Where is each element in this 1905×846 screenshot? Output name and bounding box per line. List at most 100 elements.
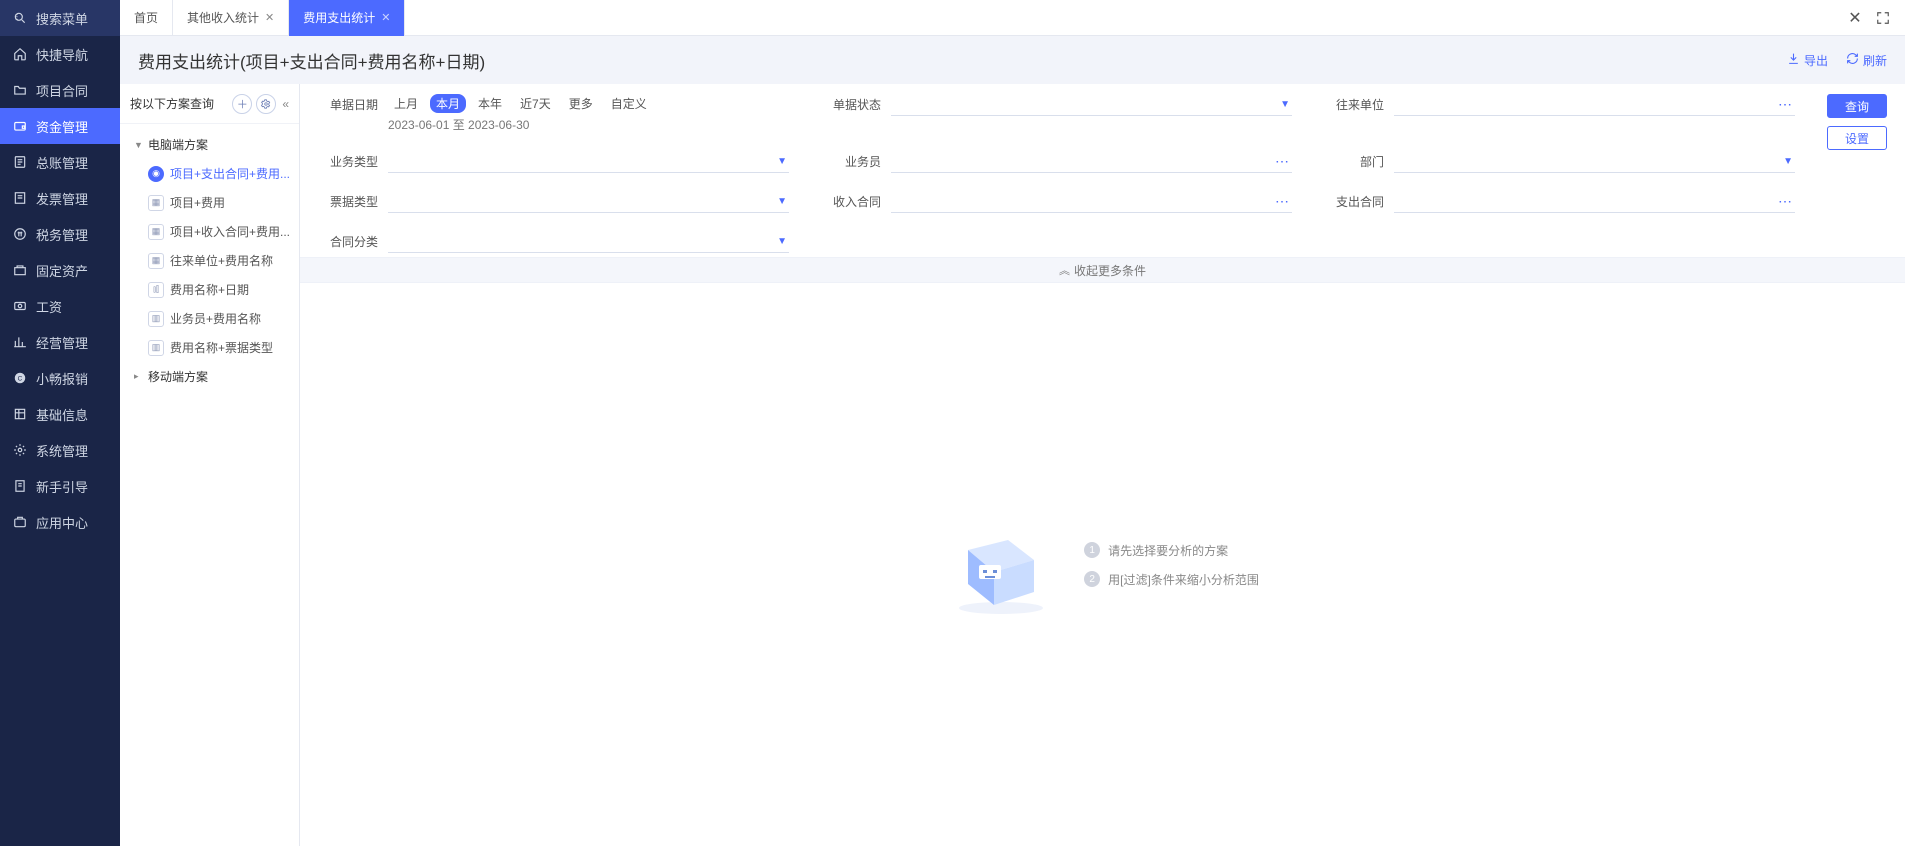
filter-biztype-label: 业务类型 xyxy=(318,151,378,170)
tab[interactable]: 首页 xyxy=(120,0,173,36)
filter-salesman-label: 业务员 xyxy=(821,151,881,170)
more-icon: ⋯ xyxy=(1778,96,1793,113)
filter-expense-contract-input[interactable]: ⋯ xyxy=(1394,191,1795,213)
close-all-tabs-button[interactable]: ✕ xyxy=(1841,4,1869,32)
search-icon xyxy=(12,10,28,26)
date-tab[interactable]: 近7天 xyxy=(514,94,557,113)
tab-label: 费用支出统计 xyxy=(303,9,375,26)
scheme-item[interactable]: ▦项目+费用 xyxy=(120,188,299,217)
tab[interactable]: 其他收入统计✕ xyxy=(173,0,289,36)
filter-income-contract-label: 收入合同 xyxy=(821,191,881,210)
sidebar-item-salary[interactable]: 工资 xyxy=(0,288,120,324)
date-tab[interactable]: 上月 xyxy=(388,94,424,113)
collapse-filters-label: 收起更多条件 xyxy=(1074,262,1146,279)
sidebar-item-wallet[interactable]: 资金管理 xyxy=(0,108,120,144)
filter-area: 单据日期 上月本月本年近7天更多自定义 2023-06-01 至 2023-06… xyxy=(300,84,1905,257)
date-range-text: 2023-06-01 至 2023-06-30 xyxy=(388,116,653,133)
scheme-item-label: 业务员+费用名称 xyxy=(170,310,261,327)
scheme-item[interactable]: ▦项目+收入合同+费用... xyxy=(120,217,299,246)
filter-biztype-input[interactable]: ▼ xyxy=(388,151,789,173)
filter-status-input[interactable]: ▼ xyxy=(891,94,1292,116)
sidebar-item-base[interactable]: 基础信息 xyxy=(0,396,120,432)
folder-icon xyxy=(12,82,28,98)
system-icon xyxy=(12,442,28,458)
expense-icon: C xyxy=(12,370,28,386)
sidebar-item-label: 经营管理 xyxy=(36,333,88,352)
filter-partner-input[interactable]: ⋯ xyxy=(1394,94,1795,116)
asset-icon xyxy=(12,262,28,278)
sidebar-item-asset[interactable]: 固定资产 xyxy=(0,252,120,288)
fullscreen-icon[interactable] xyxy=(1869,4,1897,32)
date-tab[interactable]: 本年 xyxy=(472,94,508,113)
close-icon[interactable]: ✕ xyxy=(381,11,390,24)
ledger-icon xyxy=(12,154,28,170)
collapse-filters-button[interactable]: ︽ 收起更多条件 xyxy=(300,257,1905,283)
scheme-item-label: 费用名称+日期 xyxy=(170,281,249,298)
invoice-icon xyxy=(12,190,28,206)
scheme-group[interactable]: ▸ 移动端方案 xyxy=(120,362,299,391)
date-tab[interactable]: 本月 xyxy=(430,94,466,113)
scheme-tree: ▼电脑端方案◉项目+支出合同+费用...▦项目+费用▦项目+收入合同+费用...… xyxy=(120,124,299,397)
sidebar-item-apps[interactable]: 应用中心 xyxy=(0,504,120,540)
scheme-item-icon: ▦ xyxy=(148,253,164,269)
scheme-item[interactable]: ▥费用名称+票据类型 xyxy=(120,333,299,362)
scheme-item[interactable]: ◉项目+支出合同+费用... xyxy=(120,159,299,188)
caret-icon: ▸ xyxy=(134,371,144,382)
refresh-label: 刷新 xyxy=(1863,52,1887,69)
sidebar-item-search[interactable]: 搜索菜单 xyxy=(0,0,120,36)
scheme-item[interactable]: ▥业务员+费用名称 xyxy=(120,304,299,333)
filter-biztype: 业务类型 ▼ xyxy=(318,151,789,173)
export-button[interactable]: 导出 xyxy=(1787,52,1828,69)
filter-tickettype-input[interactable]: ▼ xyxy=(388,191,789,213)
scheme-item[interactable]: ▦往来单位+费用名称 xyxy=(120,246,299,275)
sidebar-item-expense[interactable]: C小畅报销 xyxy=(0,360,120,396)
sidebar-item-label: 系统管理 xyxy=(36,441,88,460)
scheme-settings-button[interactable] xyxy=(256,94,276,114)
sidebar-item-label: 快捷导航 xyxy=(36,45,88,64)
query-button[interactable]: 查询 xyxy=(1827,94,1887,118)
biz-icon xyxy=(12,334,28,350)
filter-contract-class-input[interactable]: ▼ xyxy=(388,231,789,253)
page-header: 费用支出统计(项目+支出合同+费用名称+日期) 导出 刷新 xyxy=(120,36,1905,84)
filter-salesman-input[interactable]: ⋯ xyxy=(891,151,1292,173)
empty-step-2: 2 用[过滤]条件来缩小分析范围 xyxy=(1084,571,1259,588)
sidebar-item-label: 固定资产 xyxy=(36,261,88,280)
collapse-scheme-panel-button[interactable]: « xyxy=(282,97,289,111)
sidebar-item-guide[interactable]: 新手引导 xyxy=(0,468,120,504)
filter-income-contract-input[interactable]: ⋯ xyxy=(891,191,1292,213)
add-scheme-button[interactable]: ＋ xyxy=(232,94,252,114)
filter-partner: 往来单位 ⋯ xyxy=(1324,94,1795,116)
filter-status-label: 单据状态 xyxy=(821,94,881,113)
filter-expense-contract: 支出合同 ⋯ xyxy=(1324,191,1795,213)
scheme-group-label: 移动端方案 xyxy=(148,368,208,385)
sidebar-item-invoice[interactable]: 发票管理 xyxy=(0,180,120,216)
filter-dept-input[interactable]: ▼ xyxy=(1394,151,1795,173)
scheme-item[interactable]: ⫾⫿费用名称+日期 xyxy=(120,275,299,304)
tab-bar: 首页其他收入统计✕ 费用支出统计 ✕ ✕ xyxy=(120,0,1905,36)
sidebar-item-home[interactable]: 快捷导航 xyxy=(0,36,120,72)
date-tab[interactable]: 更多 xyxy=(563,94,599,113)
apps-icon xyxy=(12,514,28,530)
page-title: 费用支出统计(项目+支出合同+费用名称+日期) xyxy=(138,48,1769,73)
sidebar-item-biz[interactable]: 经营管理 xyxy=(0,324,120,360)
scheme-item-icon: ▦ xyxy=(148,224,164,240)
refresh-button[interactable]: 刷新 xyxy=(1846,52,1887,69)
more-icon: ⋯ xyxy=(1778,193,1793,210)
sidebar-item-ledger[interactable]: 总账管理 xyxy=(0,144,120,180)
export-label: 导出 xyxy=(1804,52,1828,69)
sidebar-item-folder[interactable]: 项目合同 xyxy=(0,72,120,108)
sidebar-item-system[interactable]: 系统管理 xyxy=(0,432,120,468)
scheme-item-label: 项目+费用 xyxy=(170,194,225,211)
scheme-group[interactable]: ▼电脑端方案 xyxy=(120,130,299,159)
chevron-down-icon: ▼ xyxy=(1280,99,1290,110)
chevron-down-icon: ▼ xyxy=(777,236,787,247)
filter-dept-label: 部门 xyxy=(1324,151,1384,170)
settings-button[interactable]: 设置 xyxy=(1827,126,1887,150)
filter-income-contract: 收入合同 ⋯ xyxy=(821,191,1292,213)
base-icon xyxy=(12,406,28,422)
chevron-down-icon: ▼ xyxy=(777,196,787,207)
tab[interactable]: 费用支出统计 ✕ xyxy=(289,0,405,36)
date-tab[interactable]: 自定义 xyxy=(605,94,653,113)
close-icon[interactable]: ✕ xyxy=(265,11,274,24)
sidebar-item-tax[interactable]: 税务管理 xyxy=(0,216,120,252)
